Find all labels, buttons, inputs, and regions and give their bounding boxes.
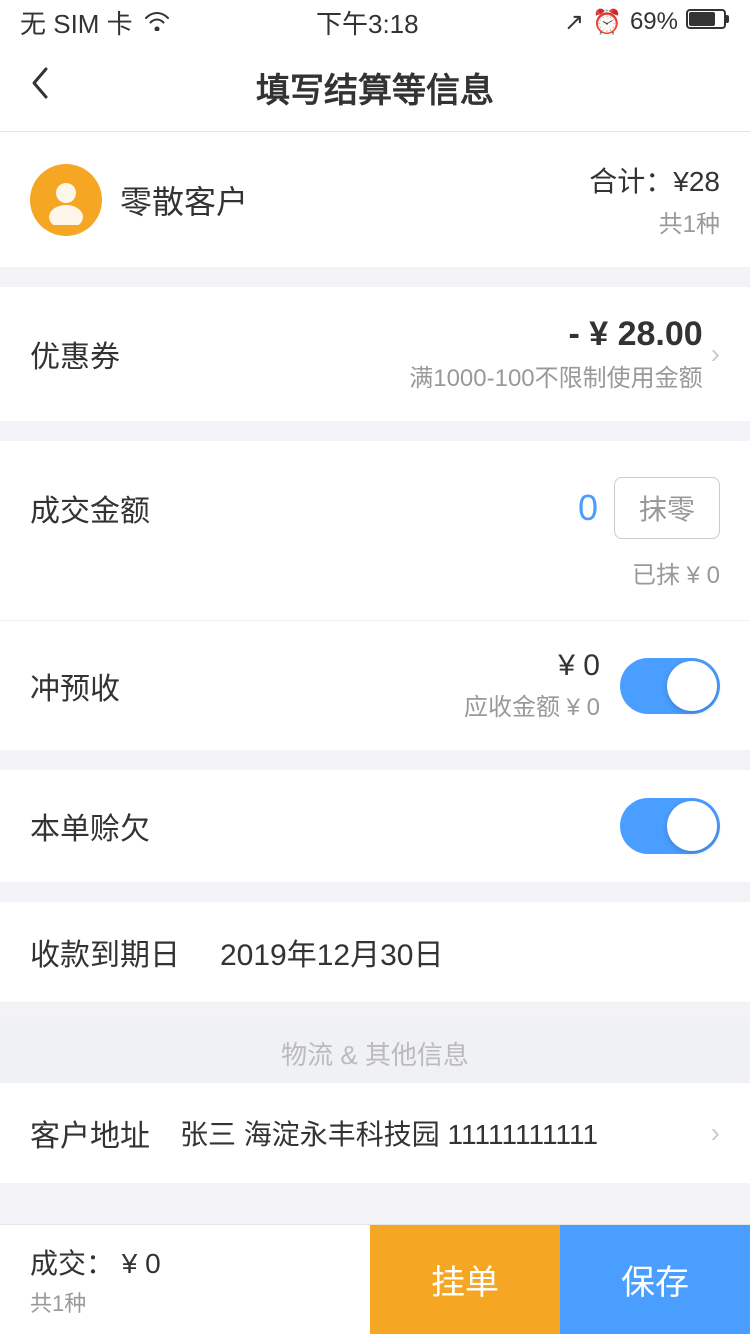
debt-section: 本单赊欠: [0, 770, 750, 882]
debt-label: 本单赊欠: [30, 804, 150, 848]
status-time: 下午3:18: [316, 4, 419, 41]
duedate-value: 2019年12月30日: [220, 930, 443, 974]
round-off-sub: 已抹 ¥ 0: [632, 562, 720, 589]
status-right: ↗ ⏰ 69%: [564, 8, 730, 37]
amount-row: 成交金额 0 抹零: [30, 461, 720, 555]
save-button[interactable]: 保存: [560, 1225, 750, 1334]
duedate-row: 收款到期日 2019年12月30日: [0, 902, 750, 1003]
bottom-count: 共1种: [30, 1286, 340, 1318]
bottom-bar: 成交： ¥ 0 共1种 挂单 保存: [0, 1224, 750, 1334]
location-icon: ↗: [564, 8, 584, 37]
back-button[interactable]: [28, 65, 52, 110]
pending-button[interactable]: 挂单: [370, 1225, 560, 1334]
bottom-deal-amount: 成交： ¥ 0: [30, 1242, 340, 1282]
round-off-button[interactable]: 抹零: [614, 477, 720, 539]
nav-bar: 填写结算等信息: [0, 44, 750, 132]
customer-row: 零散客户 合计：¥28 共1种: [0, 132, 750, 267]
address-chevron-icon: ›: [711, 1117, 720, 1149]
customer-info: 零散客户: [30, 164, 248, 236]
battery-icon: [686, 8, 730, 37]
total-count: 共1种: [589, 204, 720, 239]
deal-amount-value: 0: [578, 487, 598, 529]
bottom-deal-label: 成交：: [30, 1248, 114, 1279]
logistics-text: 物流 & 其他信息: [281, 1035, 469, 1072]
address-section[interactable]: 客户地址 张三 海淀永丰科技园 11111111111 ›: [0, 1083, 750, 1183]
coupon-right: - ¥ 28.00 满1000-100不限制使用金额 ›: [409, 315, 720, 393]
amount-right: 0 抹零: [578, 477, 720, 539]
amount-section: 成交金额 0 抹零 已抹 ¥ 0: [0, 441, 750, 620]
bottom-info: 成交： ¥ 0 共1种: [0, 1242, 370, 1318]
customer-name: 零散客户: [120, 177, 248, 223]
address-label: 客户地址: [30, 1111, 150, 1155]
coupon-label: 优惠券: [30, 332, 120, 376]
total-amount: 合计：¥28: [589, 160, 720, 200]
deal-amount-label: 成交金额: [30, 486, 150, 530]
carrier-text: 无 SIM 卡: [20, 4, 133, 41]
precollect-amount: ¥ 0: [464, 649, 600, 683]
customer-total: 合计：¥28 共1种: [589, 160, 720, 239]
debt-toggle[interactable]: [620, 798, 720, 854]
precollect-toggle[interactable]: [620, 658, 720, 714]
deal-amount-section: 成交金额 0 抹零 已抹 ¥ 0 冲预收 ¥ 0 应收金额 ¥ 0: [0, 441, 750, 750]
page-title: 填写结算等信息: [256, 63, 494, 112]
status-bar: 无 SIM 卡 下午3:18 ↗ ⏰ 69%: [0, 0, 750, 44]
wifi-icon: [143, 7, 171, 38]
logistics-divider: 物流 & 其他信息: [0, 1023, 750, 1083]
address-value: 张三 海淀永丰科技园 11111111111: [180, 1113, 703, 1153]
bottom-deal-value: ¥ 0: [122, 1248, 161, 1279]
precollect-sub: 应收金额 ¥ 0: [464, 687, 600, 722]
coupon-desc: 满1000-100不限制使用金额: [409, 358, 702, 393]
duedate-section: 收款到期日 2019年12月30日: [0, 902, 750, 1003]
precollect-values: ¥ 0 应收金额 ¥ 0: [464, 649, 600, 722]
coupon-row[interactable]: 优惠券 - ¥ 28.00 满1000-100不限制使用金额 ›: [0, 287, 750, 421]
main-content: 零散客户 合计：¥28 共1种 优惠券 - ¥ 28.00 满1000-100不…: [0, 132, 750, 1323]
coupon-amount: - ¥ 28.00: [409, 315, 702, 354]
precollect-right: ¥ 0 应收金额 ¥ 0: [464, 649, 720, 722]
address-row[interactable]: 客户地址 张三 海淀永丰科技园 11111111111 ›: [0, 1083, 750, 1183]
precollect-row: 冲预收 ¥ 0 应收金额 ¥ 0: [0, 620, 750, 750]
battery-text: 69%: [630, 8, 678, 36]
status-left: 无 SIM 卡: [20, 4, 171, 41]
coupon-chevron-icon: ›: [711, 338, 720, 370]
avatar: [30, 164, 102, 236]
duedate-label: 收款到期日: [30, 930, 180, 974]
precollect-label: 冲预收: [30, 664, 120, 708]
alarm-icon: ⏰: [592, 8, 622, 37]
